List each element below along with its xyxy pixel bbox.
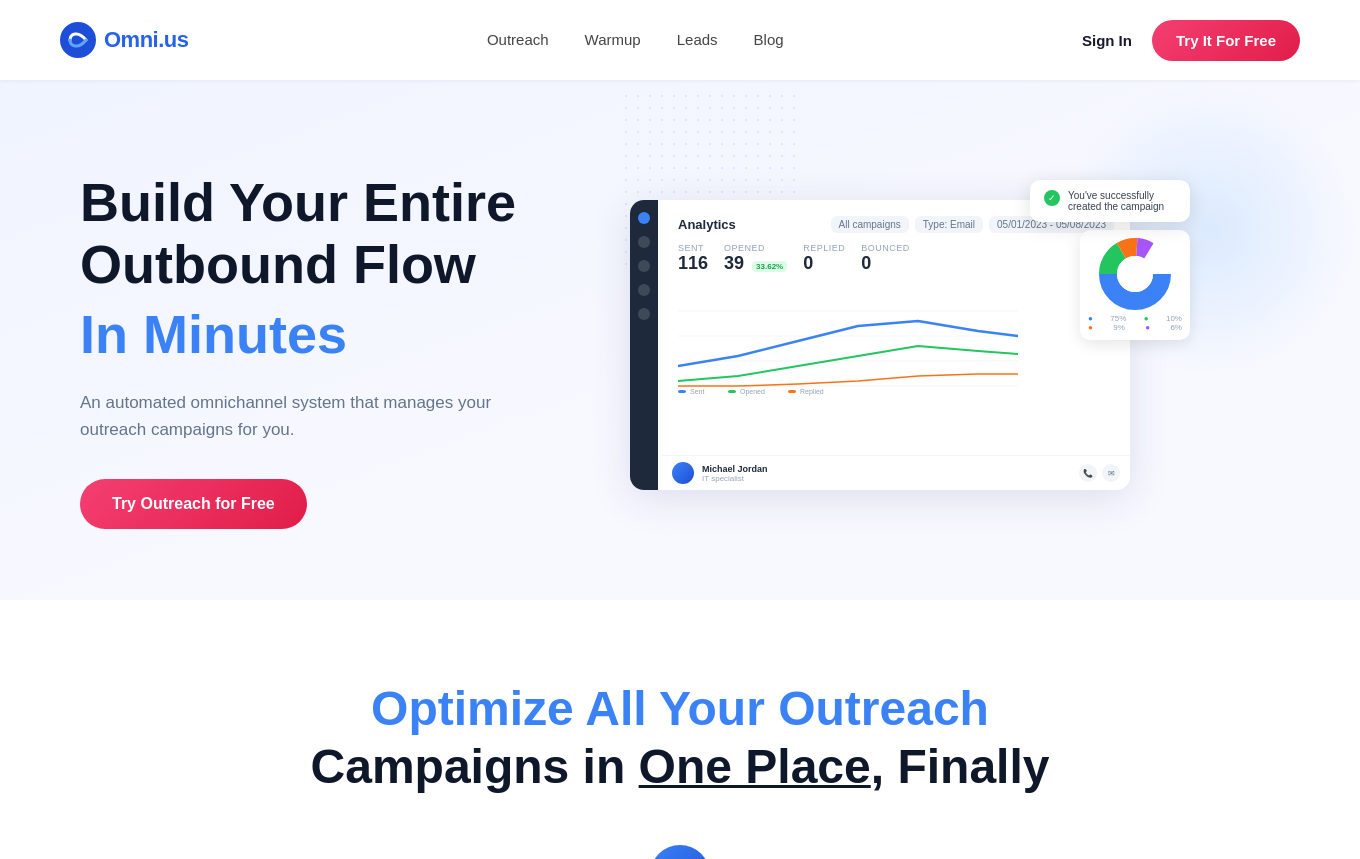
section2-icon-circle — [650, 845, 710, 859]
chart-svg: Sent Opened Replied — [678, 286, 1018, 396]
nav-links: Outreach Warmup Leads Blog — [487, 31, 784, 49]
svg-text:Replied: Replied — [800, 388, 824, 396]
message-icon: ✉ — [1102, 464, 1120, 482]
nav-leads[interactable]: Leads — [677, 31, 718, 48]
pie-chart-card: ●75% ●10% ●9% ●6% — [1080, 230, 1190, 340]
try-it-free-button[interactable]: Try It For Free — [1152, 20, 1300, 61]
dashboard-mockup: ✓ You've successfully created the campai… — [610, 180, 1190, 520]
stat-replied: Replied 0 — [803, 243, 845, 274]
sidebar-dot-2 — [638, 236, 650, 248]
logo-link[interactable]: Omni.us — [60, 22, 189, 58]
hero-left: Build Your Entire Outbound Flow In Minut… — [80, 171, 520, 530]
hero-section: Build Your Entire Outbound Flow In Minut… — [0, 80, 1360, 600]
svg-text:Sent: Sent — [690, 388, 704, 395]
toast-check-icon: ✓ — [1044, 190, 1060, 206]
user-avatar — [672, 462, 694, 484]
sidebar-dot-3 — [638, 260, 650, 272]
user-card: Michael Jordan IT specialist 📞 ✉ — [662, 455, 1130, 490]
stat-bounced: Bounced 0 — [861, 243, 910, 274]
navbar: Omni.us Outreach Warmup Leads Blog Sign … — [0, 0, 1360, 80]
dashboard-title: Analytics — [678, 217, 736, 232]
stat-sent: Sent 116 — [678, 243, 708, 274]
filter-campaigns: All campaigns — [831, 216, 909, 233]
svg-rect-5 — [678, 390, 686, 393]
stat-opened: Opened 39 33.62% — [724, 243, 787, 274]
dashboard-chart: Sent Opened Replied — [678, 286, 1114, 396]
dashboard-card: Analytics All campaigns Type: Email 05/0… — [630, 200, 1130, 490]
hero-title-blue: In Minutes — [80, 303, 520, 365]
sign-in-button[interactable]: Sign In — [1082, 32, 1132, 49]
pie-legend: ●75% ●10% ●9% ●6% — [1088, 314, 1182, 332]
nav-warmup[interactable]: Warmup — [585, 31, 641, 48]
svg-text:Opened: Opened — [740, 388, 765, 396]
dashboard-stats: Sent 116 Opened 39 33.62% — [678, 243, 1114, 274]
sidebar-dot-4 — [638, 284, 650, 296]
hero-title: Build Your Entire Outbound Flow — [80, 171, 520, 295]
sidebar-dot-1 — [638, 212, 650, 224]
hero-subtitle: An automated omnichannel system that man… — [80, 389, 520, 443]
hero-right: ✓ You've successfully created the campai… — [520, 180, 1280, 520]
user-actions: 📞 ✉ — [1079, 464, 1120, 482]
svg-point-0 — [60, 22, 96, 58]
logo-icon — [60, 22, 96, 58]
sidebar-dot-5 — [638, 308, 650, 320]
section2-title: Optimize All Your Outreach Campaigns in … — [80, 680, 1280, 795]
nav-blog[interactable]: Blog — [754, 31, 784, 48]
success-toast: ✓ You've successfully created the campai… — [1030, 180, 1190, 222]
section2-title-dark: Campaigns in One Place, Finally — [80, 738, 1280, 796]
section2: Optimize All Your Outreach Campaigns in … — [0, 600, 1360, 859]
logo-text: Omni.us — [104, 27, 189, 53]
svg-rect-9 — [788, 390, 796, 393]
filter-type: Type: Email — [915, 216, 983, 233]
section2-icon-row — [80, 845, 1280, 859]
pie-chart-svg — [1095, 238, 1175, 310]
svg-rect-7 — [728, 390, 736, 393]
dashboard-sidebar — [630, 200, 658, 490]
call-icon: 📞 — [1079, 464, 1097, 482]
nav-outreach[interactable]: Outreach — [487, 31, 549, 48]
hero-cta-button[interactable]: Try Outreach for Free — [80, 479, 307, 529]
nav-right: Sign In Try It For Free — [1082, 20, 1300, 61]
user-info: Michael Jordan IT specialist — [702, 464, 768, 483]
svg-point-15 — [1117, 256, 1153, 292]
toast-text: You've successfully created the campaign — [1068, 190, 1176, 212]
